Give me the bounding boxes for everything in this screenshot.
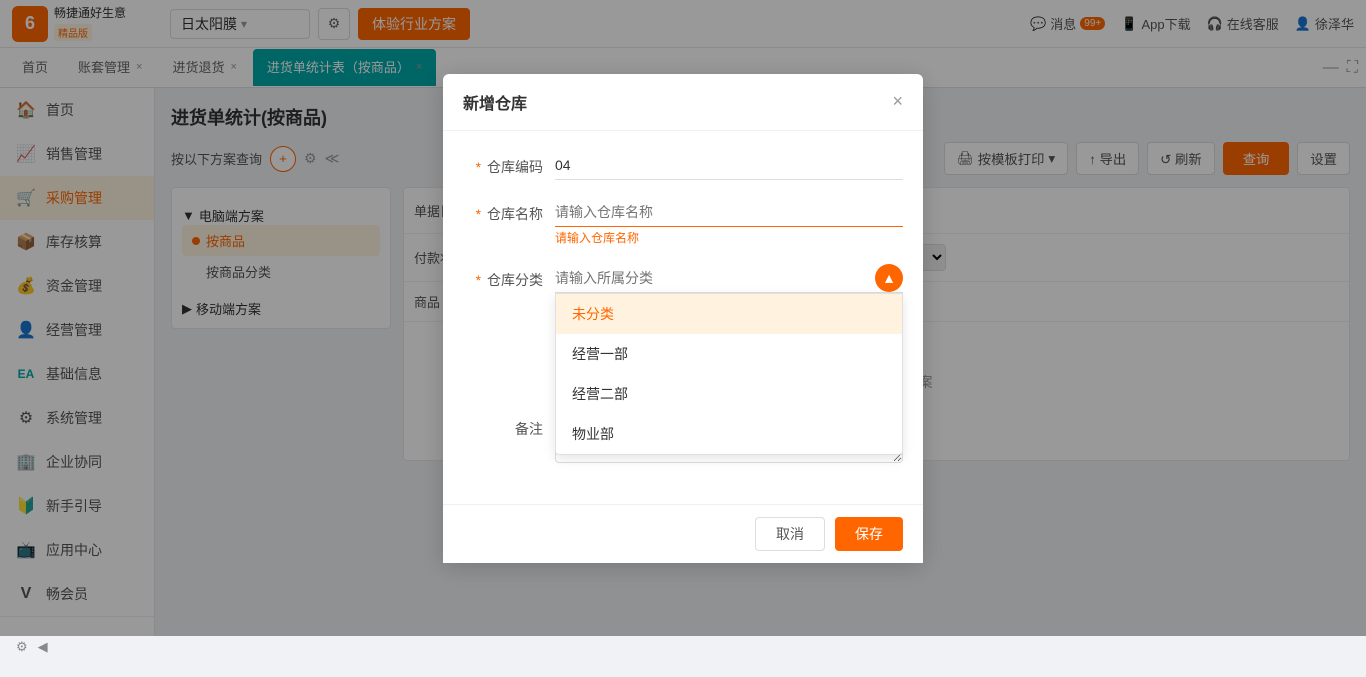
modal-overlay: 新增仓库 × * 仓库编码 * 仓库名称 — [0, 0, 1366, 636]
dropdown-item-dept1[interactable]: 经营一部 — [556, 334, 902, 374]
dropdown-item-dept2[interactable]: 经营二部 — [556, 374, 902, 414]
form-field-code — [555, 151, 903, 180]
add-warehouse-dialog: 新增仓库 × * 仓库编码 * 仓库名称 — [443, 74, 923, 563]
category-dropdown: 未分类 经营一部 经营二部 物业部 — [555, 293, 903, 455]
warehouse-name-input[interactable] — [555, 198, 903, 227]
category-input-wrapper: ▲ — [555, 264, 903, 293]
dialog-body: * 仓库编码 * 仓库名称 请输入仓库名称 — [443, 131, 923, 504]
dialog-close-button[interactable]: × — [892, 91, 903, 112]
dialog-header: 新增仓库 × — [443, 74, 923, 131]
category-toggle-button[interactable]: ▲ — [875, 264, 903, 292]
name-error-msg: 请输入仓库名称 — [555, 229, 903, 246]
form-label-code: * 仓库编码 — [463, 151, 543, 177]
form-field-name: 请输入仓库名称 — [555, 198, 903, 246]
dialog-title: 新增仓库 — [463, 90, 527, 114]
form-row-code: * 仓库编码 — [463, 151, 903, 180]
form-label-name: * 仓库名称 — [463, 198, 543, 224]
form-field-category: ▲ 未分类 经营一部 经营二部 物业部 — [555, 264, 903, 293]
cancel-button[interactable]: 取消 — [755, 517, 825, 551]
dropdown-item-property[interactable]: 物业部 — [556, 414, 902, 454]
dialog-footer: 取消 保存 — [443, 504, 923, 563]
settings-icon: ⚙ — [16, 639, 28, 655]
save-button[interactable]: 保存 — [835, 517, 903, 551]
form-row-name: * 仓库名称 请输入仓库名称 — [463, 198, 903, 246]
warehouse-code-input[interactable] — [555, 151, 903, 180]
form-label-category: * 仓库分类 — [463, 264, 543, 290]
dropdown-item-uncategorized[interactable]: 未分类 — [556, 294, 902, 334]
chevron-up-icon: ▲ — [882, 270, 896, 286]
warehouse-category-input[interactable] — [555, 264, 903, 292]
form-row-category: * 仓库分类 ▲ 未分类 经营一部 经营二部 物业部 — [463, 264, 903, 293]
form-label-note: 备注 — [463, 413, 543, 439]
sidebar-item-expand[interactable]: ◀ — [38, 639, 48, 655]
